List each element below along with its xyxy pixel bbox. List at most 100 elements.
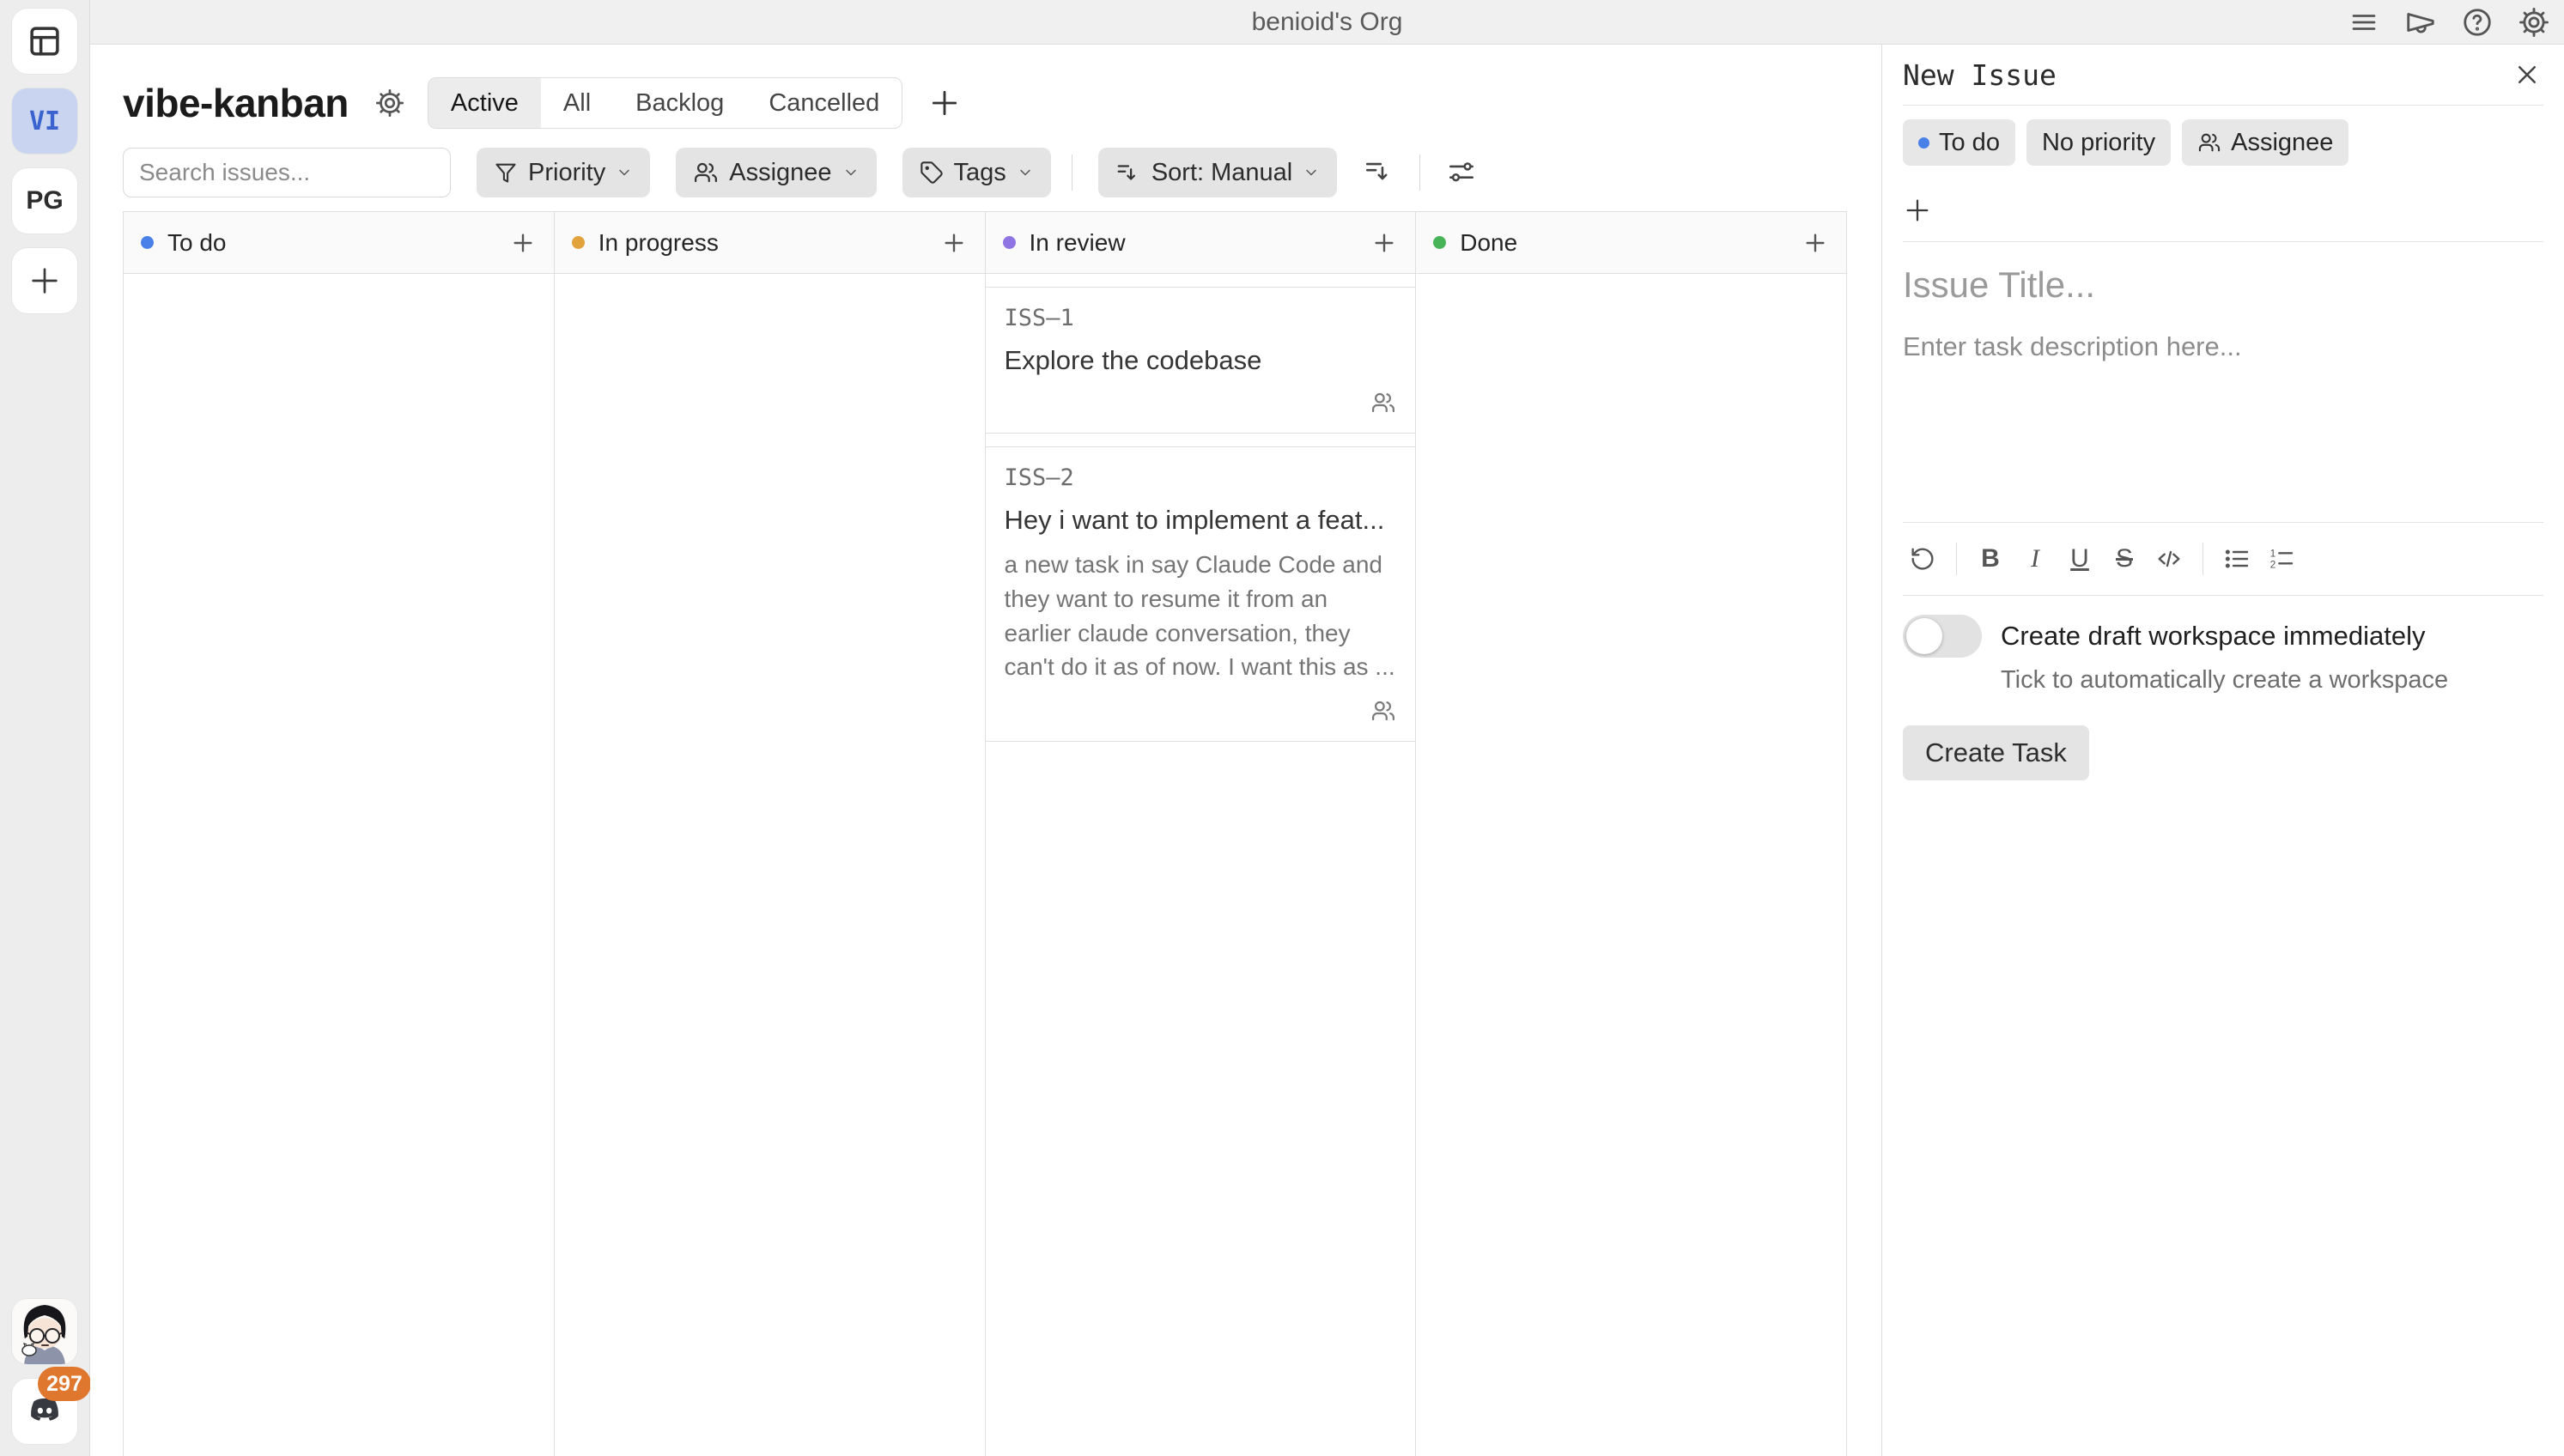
code-button[interactable] [2149,539,2189,579]
chevron-down-icon [1017,164,1034,181]
status-dot [1433,236,1446,249]
add-view-button[interactable] [928,87,961,119]
plus-icon [509,229,537,257]
plus-icon [1370,229,1398,257]
undo-button[interactable] [1903,539,1942,579]
status-dot [141,236,154,249]
add-card-button[interactable] [1370,229,1398,257]
display-options-button[interactable] [1441,152,1482,193]
add-card-button[interactable] [1801,229,1829,257]
top-bar: benioid's Org [90,0,2564,45]
column-done: Done [1416,212,1847,1456]
users-icon [693,160,719,185]
main-content: vibe-kanban Active All Backlog Cancelled [90,45,1881,1456]
tab-active[interactable]: Active [428,78,541,128]
column-header: Done [1416,212,1846,274]
add-card-button[interactable] [940,229,968,257]
workspace-rail: VI PG [0,0,90,1456]
sort-lines-icon [1115,160,1141,185]
issue-card[interactable]: ISS–2 Hey i want to implement a feat... … [986,446,1416,742]
project-settings-button[interactable] [374,88,405,118]
svg-text:1: 1 [2270,547,2276,559]
column-header: To do [124,212,554,274]
chevron-down-icon [842,164,860,181]
close-panel-button[interactable] [2511,58,2543,91]
add-property-button[interactable] [1903,191,1941,229]
filter-toolbar: Priority Assignee Tags [123,148,1881,197]
status-badge-label: To do [1939,129,2000,157]
create-task-button[interactable]: Create Task [1903,725,2089,780]
add-workspace-button[interactable] [12,248,77,313]
add-card-button[interactable] [509,229,537,257]
column-title: In progress [598,229,719,257]
column-header: In progress [555,212,985,274]
assignee-badge[interactable]: Assignee [2182,119,2348,166]
sort-button[interactable]: Sort: Manual [1098,148,1337,197]
draft-workspace-toggle[interactable] [1903,615,1982,658]
issue-id: ISS–1 [1005,305,1397,331]
strikethrough-button[interactable]: S [2105,539,2144,579]
assignee-icon [1370,390,1396,416]
priority-filter-label: Priority [528,159,605,187]
search-input[interactable] [123,148,451,197]
chevron-down-icon [616,164,633,181]
menu-button[interactable] [2348,6,2380,39]
settings-button[interactable] [2518,6,2550,39]
editor-toolbar: B I U S 1 2 [1903,522,2543,596]
italic-button[interactable]: I [2015,539,2055,579]
menu-icon [2348,7,2379,38]
bold-button[interactable]: B [1971,539,2010,579]
issue-editor: Issue Title... Enter task description he… [1903,264,2543,522]
tags-filter-label: Tags [954,159,1006,187]
column-cards: ISS–1 Explore the codebase ISS–2 Hey i w… [986,274,1416,755]
issue-description-input[interactable]: Enter task description here... [1903,331,2543,362]
assignee-filter-button[interactable]: Assignee [676,148,876,197]
discord-button[interactable]: 297 [12,1379,77,1444]
tags-filter-button[interactable]: Tags [902,148,1051,197]
column-in-progress: In progress [555,212,986,1456]
sidebar-workspace-vi[interactable]: VI [12,88,77,154]
column-title: Done [1460,229,1517,257]
plus-icon [27,264,62,298]
numbered-list-button[interactable]: 1 2 [2262,539,2301,579]
tab-all[interactable]: All [541,78,613,128]
code-icon [2155,545,2183,573]
sort-label: Sort: Manual [1151,159,1292,187]
page-title: vibe-kanban [123,80,349,126]
help-button[interactable] [2461,6,2494,39]
sort-direction-button[interactable] [1358,152,1399,193]
funnel-icon [494,161,518,185]
announcements-button[interactable] [2404,6,2437,39]
column-cards [1416,274,1846,287]
underline-button[interactable]: U [2060,539,2099,579]
priority-badge[interactable]: No priority [2026,119,2171,166]
issue-title: Explore the codebase [1005,345,1397,376]
sidebar-workspace-pg[interactable]: PG [12,168,77,234]
project-header: vibe-kanban Active All Backlog Cancelled [123,76,1881,130]
dashboard-button[interactable] [12,9,77,74]
workspace-initials: VI [29,106,60,136]
toggle-knob [1906,618,1942,654]
status-badge[interactable]: To do [1903,119,2015,166]
gear-icon [374,88,405,118]
priority-filter-button[interactable]: Priority [477,148,650,197]
divider [1903,241,2543,242]
assignee-badge-label: Assignee [2231,129,2333,157]
status-dot [1918,137,1929,149]
workspace-initials: PG [26,186,63,215]
issue-description: a new task in say Claude Code and they w… [1005,548,1397,684]
tab-backlog[interactable]: Backlog [613,78,746,128]
issue-title-input[interactable]: Issue Title... [1903,264,2543,306]
tab-cancelled[interactable]: Cancelled [746,78,902,128]
close-icon [2514,62,2540,88]
plus-icon [1801,229,1829,257]
panels-top-left-icon [27,23,63,59]
plus-icon [940,229,968,257]
bullet-list-icon [2223,545,2251,573]
issue-card[interactable]: ISS–1 Explore the codebase [986,287,1416,434]
bullet-list-button[interactable] [2217,539,2257,579]
chevron-down-icon [1303,164,1320,181]
toggle-hint: Tick to automatically create a workspace [2001,666,2543,695]
user-avatar[interactable] [12,1299,77,1364]
undo-icon [1909,545,1936,573]
